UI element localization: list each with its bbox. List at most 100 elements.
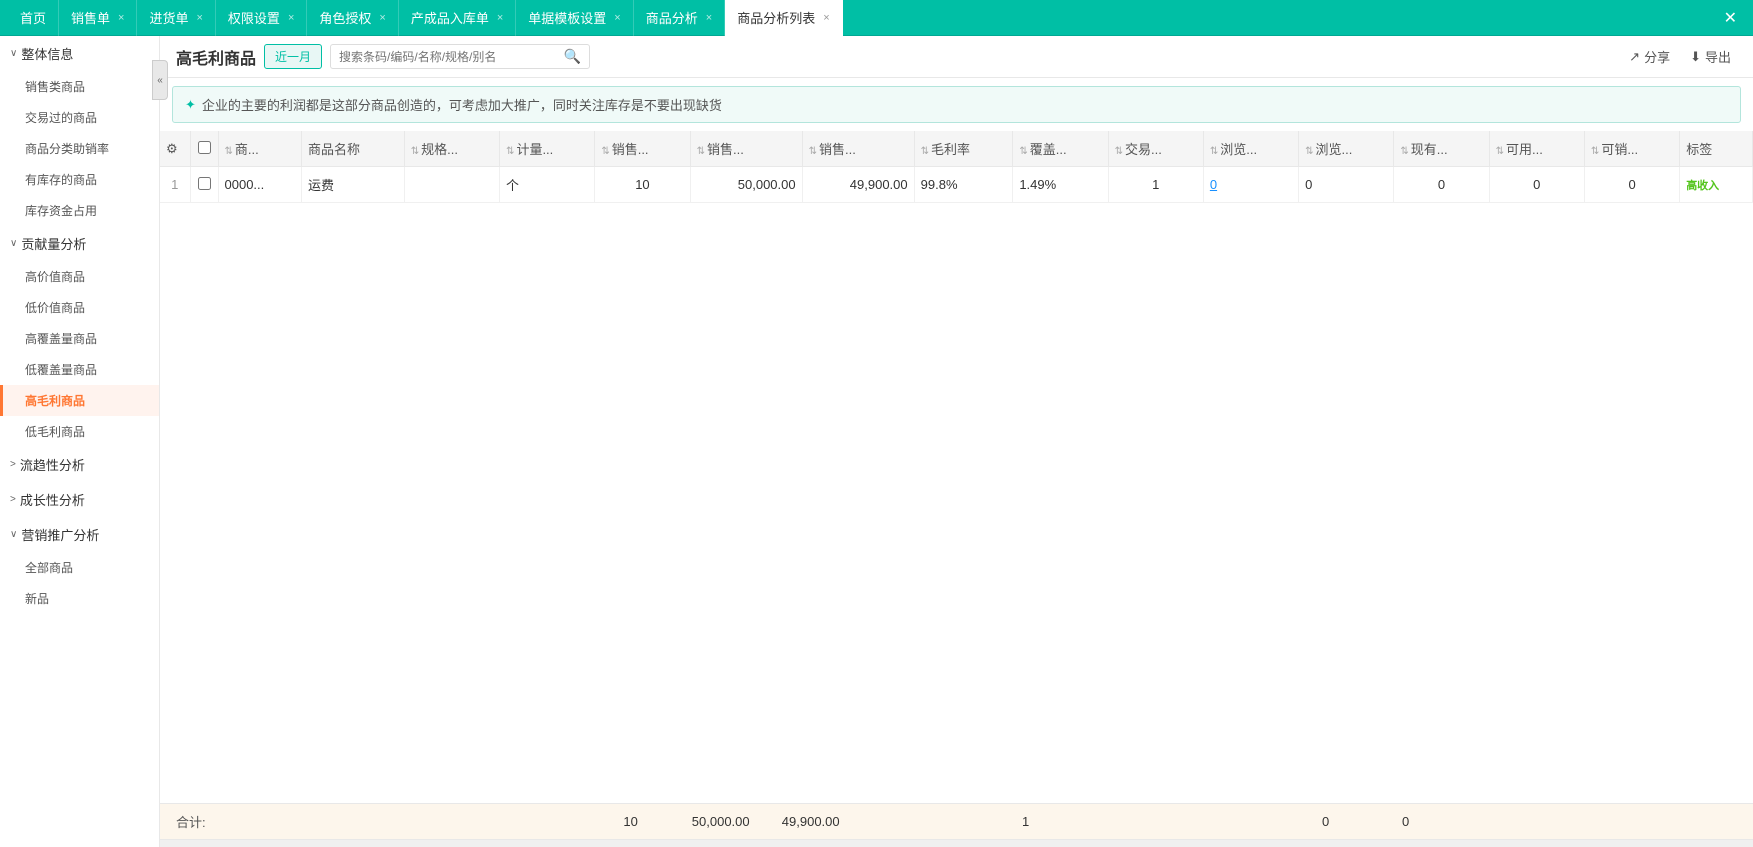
nav-tab-1[interactable]: 销售单 × [59, 0, 137, 36]
sidebar-group-label-3: 成长性分析 [20, 490, 85, 509]
content-header: 高毛利商品 近一月 🔍 ↗ 分享 ⬇ 导出 [160, 36, 1753, 78]
window-close-button[interactable]: ✕ [1716, 8, 1745, 28]
table-col-browse1[interactable]: ⇅浏览... [1203, 131, 1298, 167]
sidebar-item-4-1[interactable]: 新品 [0, 583, 159, 614]
footer-cell-5 [536, 814, 596, 829]
sidebar-collapse-button[interactable]: « [152, 60, 168, 100]
cell-sales_qty-0: 10 [595, 167, 690, 203]
nav-tab-close-1[interactable]: × [118, 12, 124, 24]
sidebar-group-0[interactable]: ∨整体信息 [0, 36, 159, 71]
nav-tab-close-7[interactable]: × [706, 12, 712, 24]
sidebar-item-4-0[interactable]: 全部商品 [0, 552, 159, 583]
table-col-tag[interactable]: 标签 [1680, 131, 1753, 167]
cell-unit-0: 个 [500, 167, 595, 203]
table-col-settings[interactable]: ⚙ [160, 131, 190, 167]
row-checkbox-0[interactable] [198, 177, 211, 190]
nav-tab-4[interactable]: 角色授权× [307, 0, 398, 36]
select-all-checkbox[interactable] [198, 141, 211, 154]
browse-link-0[interactable]: 0 [1210, 177, 1217, 192]
nav-tab-2[interactable]: 进货单× [137, 0, 215, 36]
sort-icon-transaction[interactable]: ⇅ [1115, 146, 1123, 157]
sort-icon-browse2[interactable]: ⇅ [1305, 146, 1313, 157]
sort-icon-sales_qty[interactable]: ⇅ [601, 146, 609, 157]
sidebar-item-0-0[interactable]: 销售类商品 [0, 71, 159, 102]
nav-tab-3[interactable]: 权限设置× [216, 0, 307, 36]
sidebar-item-1-2[interactable]: 高覆盖量商品 [0, 323, 159, 354]
table-col-sellable_stock[interactable]: ⇅可销... [1584, 131, 1679, 167]
sort-icon-sales_amount[interactable]: ⇅ [697, 146, 705, 157]
table-col-available_stock[interactable]: ⇅可用... [1489, 131, 1584, 167]
footer-cell-16: 0 [1366, 814, 1446, 829]
nav-tab-7[interactable]: 商品分析× [634, 0, 725, 36]
sidebar-group-1[interactable]: ∨贡献量分析 [0, 226, 159, 261]
table-col-browse2[interactable]: ⇅浏览... [1299, 131, 1394, 167]
sidebar-group-4[interactable]: ∨营销推广分析 [0, 517, 159, 552]
footer-cell-8: 49,900.00 [756, 814, 846, 829]
nav-tab-close-6[interactable]: × [614, 12, 620, 24]
table-col-code[interactable]: ⇅商... [218, 131, 301, 167]
search-icon[interactable]: 🔍 [564, 48, 581, 65]
nav-tab-close-4[interactable]: × [379, 12, 385, 24]
sidebar-item-0-4[interactable]: 库存资金占用 [0, 195, 159, 226]
footer-cell-9 [846, 814, 916, 829]
table-col-spec[interactable]: ⇅规格... [404, 131, 499, 167]
sort-icon-gross_margin[interactable]: ⇅ [921, 146, 929, 157]
sidebar-group-2[interactable]: >流趋性分析 [0, 447, 159, 482]
share-button[interactable]: ↗ 分享 [1623, 44, 1676, 69]
sidebar-item-1-3[interactable]: 低覆盖量商品 [0, 354, 159, 385]
nav-tab-close-8[interactable]: × [823, 12, 829, 24]
sidebar-item-0-1[interactable]: 交易过的商品 [0, 102, 159, 133]
sidebar-item-1-5[interactable]: 低毛利商品 [0, 416, 159, 447]
table-col-unit[interactable]: ⇅计量... [500, 131, 595, 167]
sidebar-item-1-1[interactable]: 低价值商品 [0, 292, 159, 323]
sort-icon-sellable_stock[interactable]: ⇅ [1591, 146, 1599, 157]
sidebar-item-1-0[interactable]: 高价值商品 [0, 261, 159, 292]
nav-tab-close-2[interactable]: × [196, 12, 202, 24]
sort-icon-browse1[interactable]: ⇅ [1210, 146, 1218, 157]
table-col-transaction[interactable]: ⇅交易... [1108, 131, 1203, 167]
table-col-sales_profit[interactable]: ⇅销售... [802, 131, 914, 167]
sort-icon-coverage[interactable]: ⇅ [1019, 146, 1027, 157]
page-title: 高毛利商品 [176, 45, 256, 69]
sidebar-item-1-4[interactable]: 高毛利商品 [0, 385, 159, 416]
table-col-sales_qty[interactable]: ⇅销售... [595, 131, 690, 167]
table-body: 10000...运费个1050,000.0049,900.0099.8%1.49… [160, 167, 1753, 203]
nav-tab-close-3[interactable]: × [288, 12, 294, 24]
nav-tab-label-0: 首页 [20, 8, 46, 27]
table-col-current_stock[interactable]: ⇅现有... [1394, 131, 1489, 167]
table-col-name[interactable]: 商品名称 [301, 131, 404, 167]
cell-gross_margin-0: 99.8% [914, 167, 1013, 203]
cell-sales_amount-0: 50,000.00 [690, 167, 802, 203]
nav-tab-6[interactable]: 单据模板设置 × [516, 0, 633, 36]
cell-checkbox-0 [190, 167, 218, 203]
sort-icon-code[interactable]: ⇅ [225, 146, 233, 157]
sort-icon-available_stock[interactable]: ⇅ [1496, 146, 1504, 157]
sort-icon-spec[interactable]: ⇅ [411, 146, 419, 157]
sidebar-group-3[interactable]: >成长性分析 [0, 482, 159, 517]
table-col-checkbox[interactable] [190, 131, 218, 167]
nav-tab-0[interactable]: 首页 [8, 0, 59, 36]
settings-icon[interactable]: ⚙ [166, 141, 178, 156]
nav-tab-close-5[interactable]: × [497, 12, 503, 24]
nav-tab-8[interactable]: 商品分析列表× [725, 0, 842, 36]
table-col-sales_amount[interactable]: ⇅销售... [690, 131, 802, 167]
cell-transaction-0: 1 [1108, 167, 1203, 203]
sidebar-item-0-2[interactable]: 商品分类助销率 [0, 133, 159, 164]
sort-icon-sales_profit[interactable]: ⇅ [809, 146, 817, 157]
nav-tab-label-1: 销售单 [71, 8, 110, 27]
export-button[interactable]: ⬇ 导出 [1684, 44, 1737, 69]
table-col-gross_margin[interactable]: ⇅毛利率 [914, 131, 1013, 167]
footer-cell-4 [466, 814, 536, 829]
sort-icon-unit[interactable]: ⇅ [506, 146, 514, 157]
sort-icon-current_stock[interactable]: ⇅ [1400, 146, 1408, 157]
cell-sellable_stock-0: 0 [1584, 167, 1679, 203]
sidebar-item-0-3[interactable]: 有库存的商品 [0, 164, 159, 195]
table-col-coverage[interactable]: ⇅覆盖... [1013, 131, 1108, 167]
cell-settings-0: 1 [160, 167, 190, 203]
filter-recent-month-button[interactable]: 近一月 [264, 44, 322, 69]
search-input[interactable] [339, 50, 564, 64]
horizontal-scrollbar[interactable] [160, 839, 1753, 847]
nav-tab-5[interactable]: 产成品入库单× [399, 0, 516, 36]
cell-tag-0: 高收入 [1680, 167, 1753, 203]
nav-tab-label-6: 单据模板设置 [528, 8, 606, 27]
